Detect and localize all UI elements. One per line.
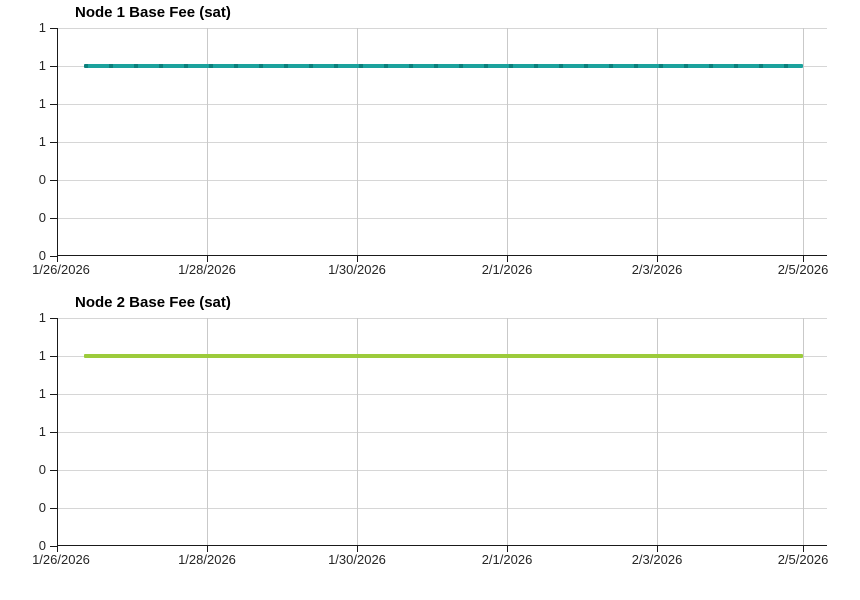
y-axis-line [57, 28, 58, 256]
y-tick-label: 0 [6, 501, 46, 515]
chart-title: Node 1 Base Fee (sat) [75, 4, 231, 21]
y-tick-label: 1 [6, 311, 46, 325]
x-tick-label: 1/28/2026 [178, 552, 236, 567]
x-gridline [207, 318, 208, 546]
chart-title: Node 2 Base Fee (sat) [75, 294, 231, 311]
y-gridline [57, 180, 827, 181]
y-tick [50, 394, 57, 395]
x-tick-label: 1/30/2026 [328, 262, 386, 277]
y-tick-label: 1 [6, 349, 46, 363]
x-axis-line [57, 545, 827, 546]
y-tick-label: 0 [6, 249, 46, 263]
x-tick-label: 1/30/2026 [328, 552, 386, 567]
y-tick [50, 256, 57, 257]
x-gridline [357, 28, 358, 256]
y-tick-label: 0 [6, 173, 46, 187]
chart-page: Node 1 Base Fee (sat) 11110001/26/20261/… [0, 0, 860, 600]
y-gridline [57, 104, 827, 105]
x-axis-line [57, 255, 827, 256]
y-tick [50, 432, 57, 433]
y-tick [50, 546, 57, 547]
y-gridline [57, 142, 827, 143]
y-tick-label: 1 [6, 387, 46, 401]
x-tick-label: 2/5/2026 [778, 552, 829, 567]
x-gridline [507, 28, 508, 256]
series-line [84, 354, 803, 358]
y-tick-label: 0 [6, 211, 46, 225]
y-gridline [57, 218, 827, 219]
x-tick-label: 2/1/2026 [482, 262, 533, 277]
x-tick-label: 2/5/2026 [778, 262, 829, 277]
x-tick-label: 1/28/2026 [178, 262, 236, 277]
y-tick [50, 142, 57, 143]
y-tick [50, 180, 57, 181]
y-tick-label: 0 [6, 539, 46, 553]
y-tick-label: 1 [6, 135, 46, 149]
x-gridline [207, 28, 208, 256]
y-gridline [57, 318, 827, 319]
x-tick-label: 2/1/2026 [482, 552, 533, 567]
y-tick-label: 1 [6, 21, 46, 35]
y-tick [50, 470, 57, 471]
y-tick [50, 28, 57, 29]
y-tick-label: 1 [6, 425, 46, 439]
y-gridline [57, 28, 827, 29]
y-tick [50, 218, 57, 219]
x-gridline [657, 318, 658, 546]
x-gridline [507, 318, 508, 546]
plot-area: 11110001/26/20261/28/20261/30/20262/1/20… [57, 28, 827, 256]
x-gridline [357, 318, 358, 546]
x-tick-label: 2/3/2026 [632, 552, 683, 567]
plot-area: 11110001/26/20261/28/20261/30/20262/1/20… [57, 318, 827, 546]
y-tick [50, 508, 57, 509]
x-gridline [803, 318, 804, 546]
x-tick-label: 2/3/2026 [632, 262, 683, 277]
y-gridline [57, 470, 827, 471]
chart-node-2-base-fee: Node 2 Base Fee (sat) 11110001/26/20261/… [0, 290, 860, 580]
y-tick [50, 356, 57, 357]
y-tick-label: 0 [6, 463, 46, 477]
x-tick-label: 1/26/2026 [32, 262, 90, 277]
x-tick-label: 1/26/2026 [32, 552, 90, 567]
y-tick [50, 66, 57, 67]
y-tick-label: 1 [6, 97, 46, 111]
y-tick [50, 318, 57, 319]
y-tick-label: 1 [6, 59, 46, 73]
y-gridline [57, 394, 827, 395]
x-gridline [657, 28, 658, 256]
x-gridline [803, 28, 804, 256]
series-line [84, 64, 803, 68]
y-axis-line [57, 318, 58, 546]
y-gridline [57, 432, 827, 433]
y-tick [50, 104, 57, 105]
chart-node-1-base-fee: Node 1 Base Fee (sat) 11110001/26/20261/… [0, 0, 860, 290]
y-gridline [57, 508, 827, 509]
